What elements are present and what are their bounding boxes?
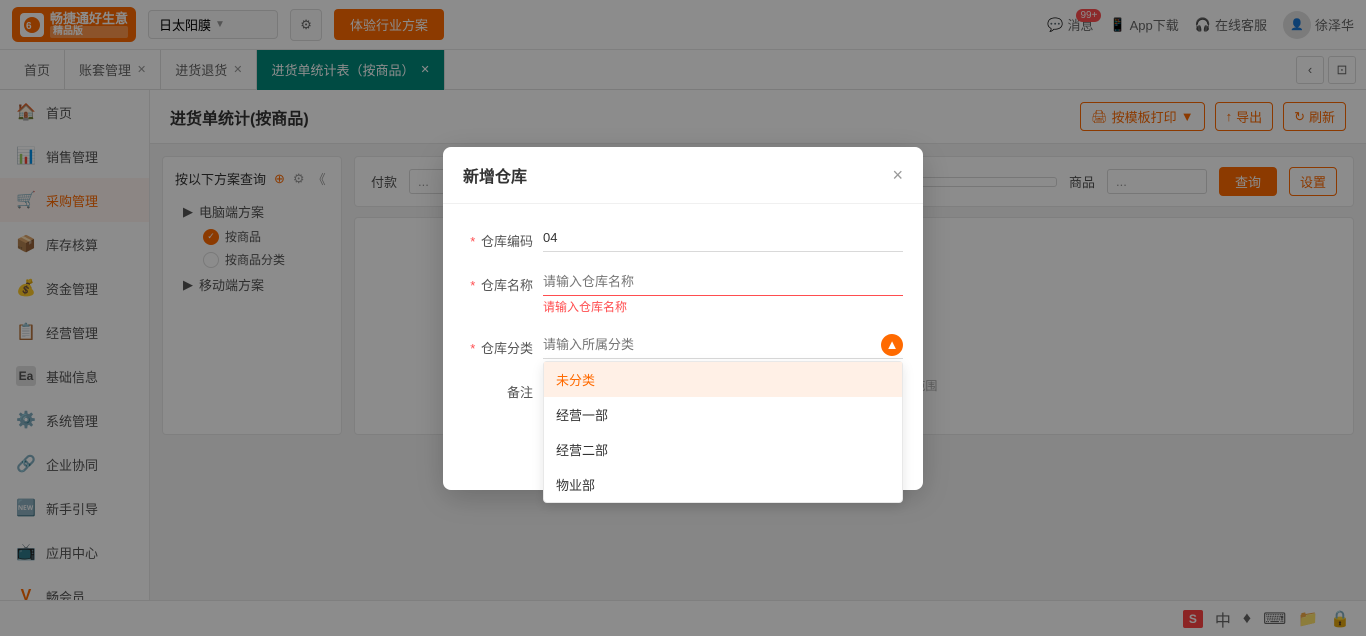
- note-label: 备注: [463, 375, 543, 401]
- category-label: * 仓库分类: [463, 331, 543, 357]
- property-label: 物业部: [556, 478, 595, 493]
- name-required-star: *: [470, 278, 475, 293]
- dept2-label: 经营二部: [556, 443, 608, 458]
- name-field-row: * 仓库名称 请输入仓库名称: [463, 268, 903, 315]
- name-label: * 仓库名称: [463, 268, 543, 294]
- category-required-star: *: [470, 341, 475, 356]
- modal-body: * 仓库编码 * 仓库名称 请输入仓库名称: [443, 204, 923, 439]
- dropdown-item-property[interactable]: 物业部: [544, 467, 902, 502]
- chevron-up-icon: ▲: [886, 337, 899, 352]
- code-required-star: *: [470, 234, 475, 249]
- name-error-message: 请输入仓库名称: [543, 298, 903, 315]
- code-label: * 仓库编码: [463, 224, 543, 250]
- code-field-row: * 仓库编码: [463, 224, 903, 252]
- add-warehouse-modal: 新增仓库 × * 仓库编码 * 仓库名称: [443, 147, 923, 490]
- name-input-wrap: 请输入仓库名称: [543, 268, 903, 315]
- category-select-wrap: ▲ 未分类 经营一部 经营二部 物业部: [543, 331, 903, 359]
- category-dropdown-list: 未分类 经营一部 经营二部 物业部: [543, 361, 903, 503]
- dept1-label: 经营一部: [556, 408, 608, 423]
- modal-title: 新增仓库: [463, 163, 527, 187]
- modal-header: 新增仓库 ×: [443, 147, 923, 204]
- modal-overlay: 新增仓库 × * 仓库编码 * 仓库名称: [0, 0, 1366, 636]
- dropdown-item-dept1[interactable]: 经营一部: [544, 397, 902, 432]
- category-dropdown-toggle[interactable]: ▲: [881, 334, 903, 356]
- code-input-wrap: [543, 224, 903, 252]
- category-field-row: * 仓库分类 ▲ 未分类 经营一部: [463, 331, 903, 359]
- modal-close-button[interactable]: ×: [892, 166, 903, 184]
- dropdown-item-unclassified[interactable]: 未分类: [544, 362, 902, 397]
- name-input[interactable]: [543, 268, 903, 296]
- category-input[interactable]: [543, 331, 903, 359]
- code-input[interactable]: [543, 224, 903, 252]
- dropdown-item-dept2[interactable]: 经营二部: [544, 432, 902, 467]
- unclassified-label: 未分类: [556, 373, 595, 388]
